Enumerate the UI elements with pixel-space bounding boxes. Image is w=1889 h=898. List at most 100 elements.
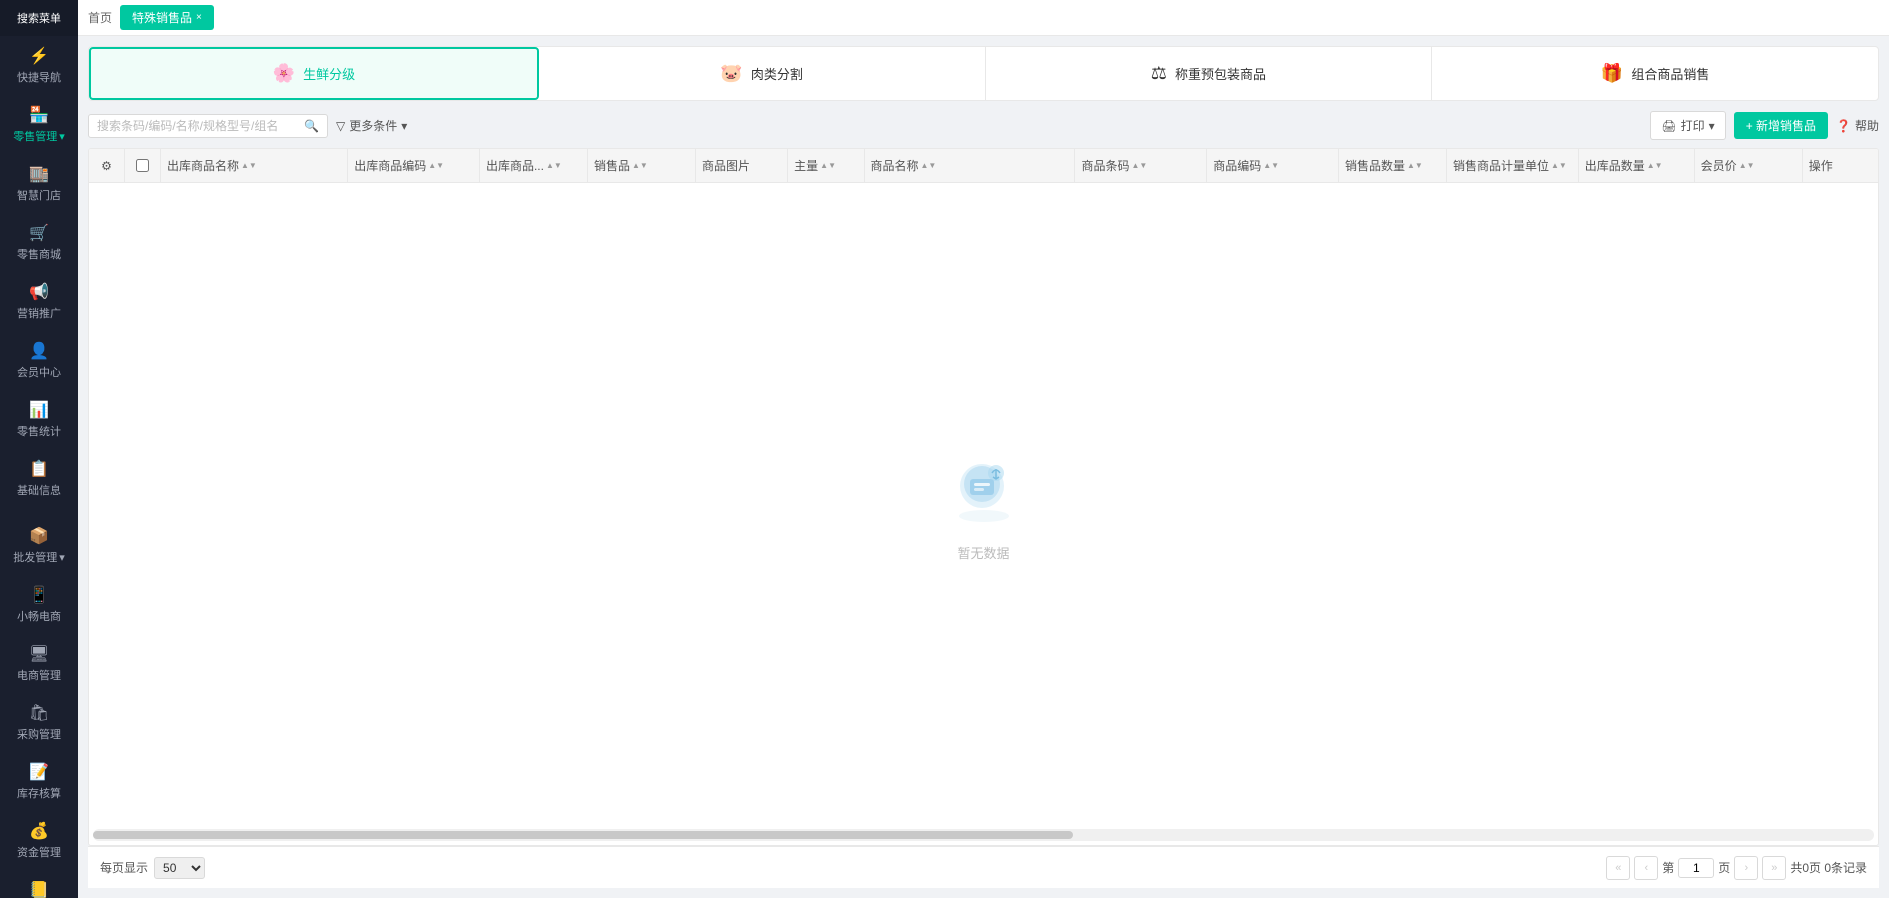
category-tabs: 🌸 生鲜分级 🐷 肉类分割 ⚖ 称重预包装商品 🎁 组合商品销售	[88, 46, 1879, 101]
sidebar-logo[interactable]: 搜索菜单	[0, 0, 78, 36]
scroll-thumb[interactable]	[93, 831, 1073, 839]
smart-store-icon: 🏬	[29, 164, 49, 184]
close-tab-button[interactable]: ×	[196, 12, 202, 23]
cat-tab-fresh-grade[interactable]: 🌸 生鲜分级	[89, 47, 539, 100]
sidebar-item-label: 小畅电商	[17, 608, 61, 624]
toolbar-left: 🔍 ▽ 更多条件 ▾	[88, 114, 407, 138]
help-button[interactable]: ❓ 帮助	[1836, 117, 1879, 134]
sidebar-item-label: 零售管理 ▾	[13, 128, 65, 144]
data-table: ⚙ 出库商品名称 ▲▼ 出库商品编码 ▲▼ 出库商品... ▲▼	[88, 148, 1879, 846]
topbar: 首页 特殊销售品 ×	[78, 0, 1889, 36]
empty-text: 暂无数据	[957, 543, 1009, 562]
meat-cut-icon: 🐷	[720, 63, 742, 84]
th-main: 主量 ▲▼	[788, 149, 864, 182]
sort-member-price[interactable]: ▲▼	[1739, 161, 1755, 170]
sidebar-item-smart-store[interactable]: 🏬 智慧门店	[0, 154, 78, 213]
chevron-down-icon: ▾	[59, 551, 65, 564]
add-sale-item-button[interactable]: + 新增销售品	[1734, 112, 1828, 139]
help-label: 帮助	[1855, 117, 1879, 134]
sidebar-item-label: 资金管理	[17, 844, 61, 860]
th-image: 商品图片	[696, 149, 788, 182]
sidebar-item-retail-mall[interactable]: 🛒 零售商城	[0, 213, 78, 272]
sidebar-item-inventory[interactable]: 📝 库存核算	[0, 752, 78, 811]
sidebar-item-label: 批发管理 ▾	[13, 549, 65, 565]
retail-mgmt-icon: 🏪	[29, 105, 49, 125]
th-sale-unit: 销售商品计量单位 ▲▼	[1447, 149, 1579, 182]
sort-outlet-name[interactable]: ▲▼	[241, 161, 257, 170]
home-tab[interactable]: 首页	[88, 9, 112, 26]
empty-illustration	[944, 451, 1024, 531]
prev-page-button[interactable]: ‹	[1634, 856, 1658, 880]
filter-label: 更多条件	[349, 117, 397, 134]
select-all-checkbox[interactable]	[136, 159, 149, 172]
page-number-input[interactable]	[1678, 858, 1714, 878]
th-check[interactable]	[125, 149, 161, 182]
active-tab[interactable]: 特殊销售品 ×	[120, 5, 214, 30]
sidebar-item-ecommerce-mgmt[interactable]: 🖥 电商管理	[0, 634, 78, 693]
pagination-right: « ‹ 第 页 › » 共0页 0条记录	[1606, 856, 1867, 880]
help-icon: ❓	[1836, 119, 1851, 133]
sidebar: 搜索菜单 ⚡ 快捷导航 🏪 零售管理 ▾ 🏬 智慧门店 🛒 零售商城 📢 营销推…	[0, 0, 78, 898]
sort-barcode[interactable]: ▲▼	[1131, 161, 1147, 170]
print-label: 打印	[1681, 117, 1705, 134]
th-action: 操作	[1803, 149, 1878, 182]
sidebar-item-capital-mgmt[interactable]: 💰 资金管理	[0, 811, 78, 870]
last-page-button[interactable]: »	[1762, 856, 1786, 880]
print-arrow-icon: ▾	[1709, 119, 1715, 133]
sidebar-item-retail-stats[interactable]: 📊 零售统计	[0, 390, 78, 449]
sort-product-name[interactable]: ▲▼	[921, 161, 937, 170]
main-area: 首页 特殊销售品 × 🌸 生鲜分级 🐷 肉类分割 ⚖ 称重预包装商品 🎁 组合商…	[78, 0, 1889, 898]
sort-outlet-qty[interactable]: ▲▼	[1647, 161, 1663, 170]
th-outlet-name: 出库商品名称 ▲▼	[161, 149, 348, 182]
sidebar-item-retail-mgmt[interactable]: 🏪 零售管理 ▾	[0, 95, 78, 154]
sidebar-item-label: 电商管理	[17, 667, 61, 683]
sidebar-item-label: 快捷导航	[17, 69, 61, 85]
sidebar-item-label: 零售商城	[17, 246, 61, 262]
per-page-select[interactable]: 10 20 50 100	[154, 857, 205, 879]
sidebar-item-general-ledger[interactable]: 📒 总账管理	[0, 870, 78, 898]
member-center-icon: 👤	[29, 341, 49, 361]
horizontal-scrollbar[interactable]	[93, 829, 1874, 841]
pagination-bar: 每页显示 10 20 50 100 « ‹ 第 页 › » 共0页 0条记录	[88, 846, 1879, 888]
marketing-icon: 📢	[29, 282, 49, 302]
wholesale-mgmt-icon: 📦	[29, 526, 49, 546]
sort-sale-item[interactable]: ▲▼	[632, 161, 648, 170]
cat-tab-meat-cut[interactable]: 🐷 肉类分割	[539, 47, 986, 100]
cat-tab-combo-sale[interactable]: 🎁 组合商品销售	[1432, 47, 1878, 100]
sort-main[interactable]: ▲▼	[820, 161, 836, 170]
filter-arrow-icon: ▾	[401, 119, 407, 133]
sort-outlet-code[interactable]: ▲▼	[428, 161, 444, 170]
search-icon[interactable]: 🔍	[304, 119, 319, 133]
sidebar-item-wholesale-mgmt[interactable]: 📦 批发管理 ▾	[0, 516, 78, 575]
chevron-down-icon: ▾	[59, 130, 65, 143]
th-product-name: 商品名称 ▲▼	[865, 149, 1076, 182]
sidebar-item-label: 采购管理	[17, 726, 61, 742]
next-page-button[interactable]: ›	[1734, 856, 1758, 880]
th-sale-item: 销售品 ▲▼	[588, 149, 696, 182]
sidebar-item-quick-nav[interactable]: ⚡ 快捷导航	[0, 36, 78, 95]
sidebar-item-label: 智慧门店	[17, 187, 61, 203]
sort-sale-unit[interactable]: ▲▼	[1551, 161, 1567, 170]
th-gear[interactable]: ⚙	[89, 149, 125, 182]
ecommerce-mgmt-icon: 🖥	[29, 644, 49, 664]
filter-button[interactable]: ▽ 更多条件 ▾	[336, 117, 407, 134]
search-input[interactable]	[97, 119, 300, 133]
general-ledger-icon: 📒	[29, 880, 49, 898]
sidebar-item-mini-ecommerce[interactable]: 📱 小畅电商	[0, 575, 78, 634]
sidebar-item-basic-info[interactable]: 📋 基础信息	[0, 449, 78, 508]
sort-product-code[interactable]: ▲▼	[1263, 161, 1279, 170]
sidebar-item-marketing[interactable]: 📢 营销推广	[0, 272, 78, 331]
sidebar-item-label: 营销推广	[17, 305, 61, 321]
cat-tab-weight-package[interactable]: ⚖ 称重预包装商品	[986, 47, 1433, 100]
sort-sale-qty[interactable]: ▲▼	[1407, 161, 1423, 170]
sidebar-item-purchase-mgmt[interactable]: 🛍 采购管理	[0, 693, 78, 752]
sidebar-item-member-center[interactable]: 👤 会员中心	[0, 331, 78, 390]
first-page-button[interactable]: «	[1606, 856, 1630, 880]
sidebar-item-label: 库存核算	[17, 785, 61, 801]
th-product-code: 商品编码 ▲▼	[1207, 149, 1339, 182]
fresh-grade-icon: 🌸	[273, 63, 295, 84]
retail-mall-icon: 🛒	[29, 223, 49, 243]
sort-outlet-spec[interactable]: ▲▼	[546, 161, 562, 170]
cat-tab-label: 称重预包装商品	[1175, 64, 1266, 83]
print-button[interactable]: 🖨 打印 ▾	[1650, 111, 1725, 140]
